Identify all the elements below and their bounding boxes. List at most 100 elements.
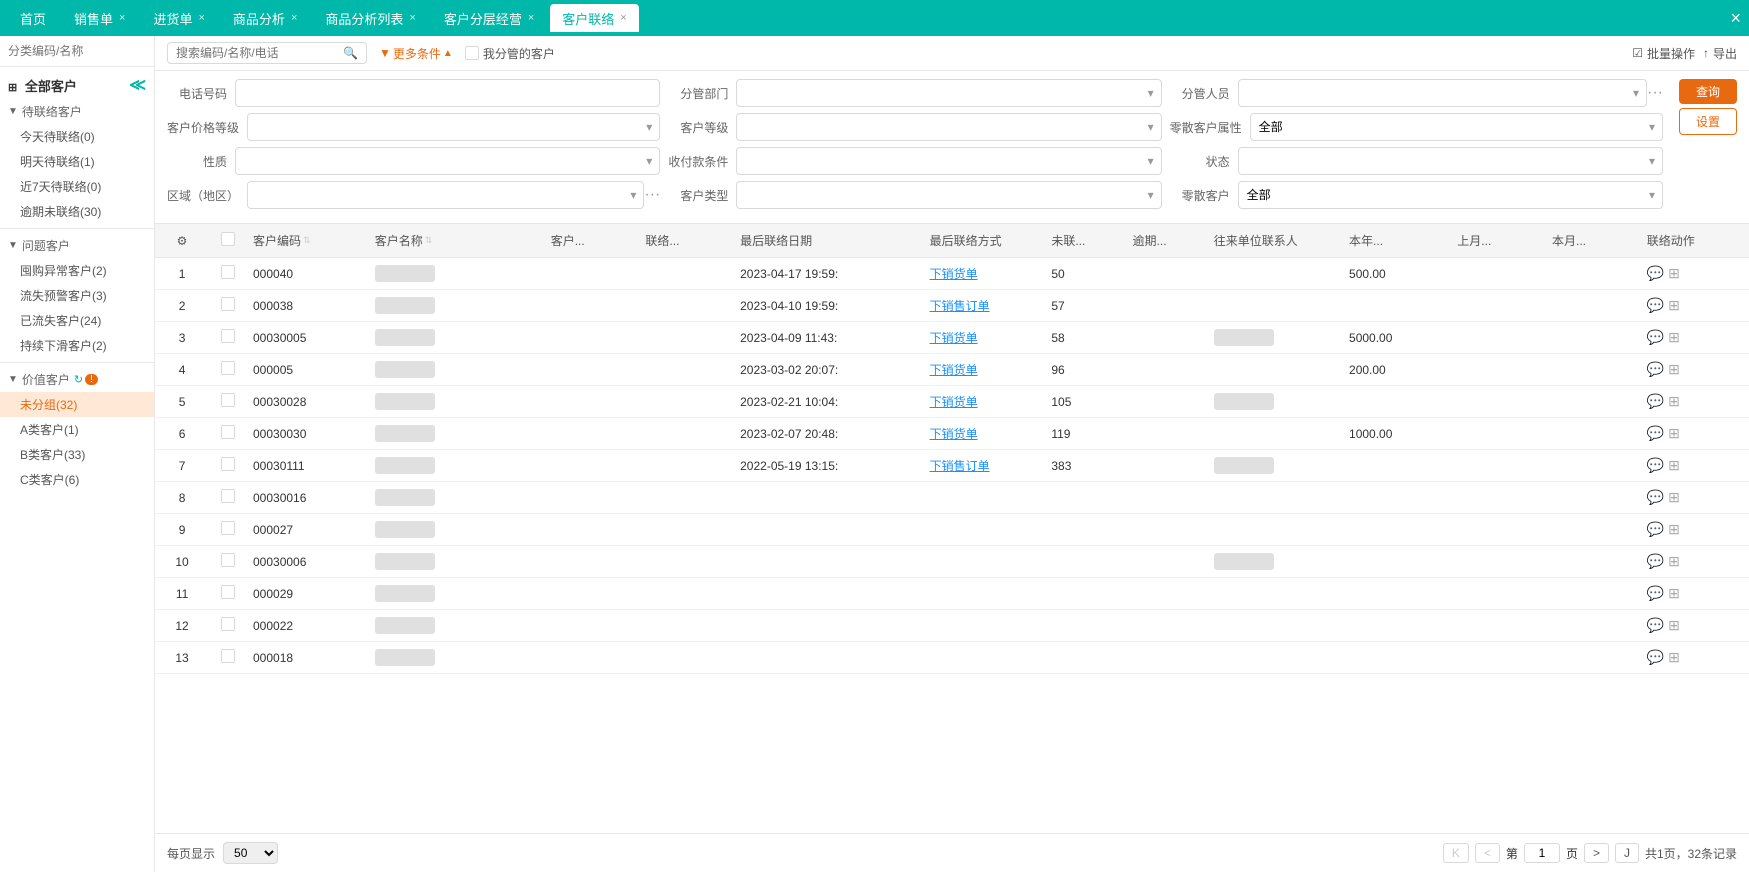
field-retail-select[interactable]: 全部 <box>1238 181 1663 209</box>
sidebar-item-tomorrow[interactable]: 明天待联络(1) <box>0 149 154 174</box>
chat-icon[interactable]: 💬 <box>1647 265 1664 282</box>
row-checkbox[interactable] <box>221 361 235 375</box>
sidebar-group-pending[interactable]: ▼ 待联络客户 <box>0 99 154 124</box>
refresh-icon[interactable]: ↻ <box>74 373 83 386</box>
field-nature-select[interactable] <box>235 147 660 175</box>
grid-action-icon[interactable]: ⊞ <box>1668 393 1680 410</box>
grid-action-icon[interactable]: ⊞ <box>1668 489 1680 506</box>
collapse-sidebar-icon[interactable]: ≪ <box>129 75 146 95</box>
tab-customer-tier-close[interactable]: × <box>528 12 534 24</box>
cell-check[interactable] <box>209 514 247 546</box>
row-checkbox[interactable] <box>221 457 235 471</box>
tab-customer-contact[interactable]: 客户联络 × <box>550 4 638 32</box>
sidebar-item-churned[interactable]: 已流失客户(24) <box>0 308 154 333</box>
field-phone-input[interactable] <box>235 79 660 107</box>
tab-analysis-close[interactable]: × <box>291 12 297 24</box>
page-size-select[interactable]: 50 100 200 <box>223 842 278 864</box>
chat-icon[interactable]: 💬 <box>1647 457 1664 474</box>
tab-customer-tier[interactable]: 客户分层经营 × <box>432 4 546 32</box>
page-input[interactable] <box>1524 843 1560 863</box>
sidebar-item-a-class[interactable]: A类客户(1) <box>0 417 154 442</box>
row-checkbox[interactable] <box>221 297 235 311</box>
prev-page-btn[interactable]: < <box>1475 843 1500 863</box>
sidebar-group-problem[interactable]: ▼ 问题客户 <box>0 233 154 258</box>
cell-check[interactable] <box>209 418 247 450</box>
grid-action-icon[interactable]: ⊞ <box>1668 297 1680 314</box>
tab-purchase-close[interactable]: × <box>198 12 204 24</box>
last-way-link[interactable]: 下销货单 <box>930 395 978 409</box>
cell-check[interactable] <box>209 610 247 642</box>
grid-action-icon[interactable]: ⊞ <box>1668 521 1680 538</box>
last-way-link[interactable]: 下销货单 <box>930 427 978 441</box>
grid-action-icon[interactable]: ⊞ <box>1668 457 1680 474</box>
field-person-select[interactable] <box>1238 79 1647 107</box>
grid-action-icon[interactable]: ⊞ <box>1668 553 1680 570</box>
row-checkbox[interactable] <box>221 489 235 503</box>
row-checkbox[interactable] <box>221 329 235 343</box>
grid-action-icon[interactable]: ⊞ <box>1668 585 1680 602</box>
th-name-sort-icon[interactable]: ⇅ <box>425 235 433 246</box>
tab-sales-close[interactable]: × <box>119 12 125 24</box>
cell-check[interactable] <box>209 578 247 610</box>
row-checkbox[interactable] <box>221 617 235 631</box>
query-button[interactable]: 查询 <box>1679 79 1737 104</box>
row-checkbox[interactable] <box>221 265 235 279</box>
chat-icon[interactable]: 💬 <box>1647 393 1664 410</box>
chat-icon[interactable]: 💬 <box>1647 329 1664 346</box>
all-customers-header[interactable]: ⊞ 全部客户 ≪ <box>0 67 154 99</box>
chat-icon[interactable]: 💬 <box>1647 489 1664 506</box>
field-dept-select[interactable] <box>736 79 1161 107</box>
export-btn[interactable]: ↑ 导出 <box>1703 45 1737 62</box>
chat-icon[interactable]: 💬 <box>1647 361 1664 378</box>
grid-action-icon[interactable]: ⊞ <box>1668 617 1680 634</box>
last-way-link[interactable]: 下销售订单 <box>930 459 990 473</box>
row-checkbox[interactable] <box>221 425 235 439</box>
cell-check[interactable] <box>209 386 247 418</box>
tab-customer-contact-close[interactable]: × <box>620 12 626 24</box>
chat-icon[interactable]: 💬 <box>1647 649 1664 666</box>
more-conditions-btn[interactable]: ▼ 更多条件 ▲ <box>379 45 453 62</box>
last-way-link[interactable]: 下销货单 <box>930 331 978 345</box>
sidebar-item-c-class[interactable]: C类客户(6) <box>0 467 154 492</box>
cell-check[interactable] <box>209 450 247 482</box>
main-search-input[interactable] <box>176 46 339 60</box>
tab-analysis[interactable]: 商品分析 × <box>221 4 309 32</box>
chat-icon[interactable]: 💬 <box>1647 585 1664 602</box>
field-status-select[interactable] <box>1238 147 1663 175</box>
sidebar-item-declining[interactable]: 持续下滑客户(2) <box>0 333 154 358</box>
last-page-btn[interactable]: J <box>1615 843 1639 863</box>
sidebar-item-overdue[interactable]: 逾期未联络(30) <box>0 199 154 224</box>
row-checkbox[interactable] <box>221 553 235 567</box>
field-region-more-icon[interactable]: ··· <box>644 187 660 203</box>
cell-check[interactable] <box>209 354 247 386</box>
sidebar-search-input[interactable] <box>8 44 155 58</box>
cell-check[interactable] <box>209 546 247 578</box>
field-retail-attr-select[interactable]: 全部 <box>1250 113 1663 141</box>
tab-analysis-list[interactable]: 商品分析列表 × <box>313 4 427 32</box>
batch-op-btn[interactable]: ☑ 批量操作 <box>1632 45 1695 62</box>
sidebar-item-hoarding[interactable]: 囤购异常客户(2) <box>0 258 154 283</box>
grid-action-icon[interactable]: ⊞ <box>1668 425 1680 442</box>
field-cust-type-select[interactable] <box>736 181 1161 209</box>
tab-purchase[interactable]: 进货单 × <box>141 4 216 32</box>
header-checkbox[interactable] <box>221 232 235 246</box>
sidebar-item-today[interactable]: 今天待联络(0) <box>0 124 154 149</box>
my-customers-check[interactable]: 我分管的客户 <box>465 45 555 62</box>
sidebar-item-churn-warning[interactable]: 流失预警客户(3) <box>0 283 154 308</box>
last-way-link[interactable]: 下销货单 <box>930 267 978 281</box>
th-code-sort-icon[interactable]: ⇅ <box>303 235 311 246</box>
field-payment-select[interactable] <box>736 147 1161 175</box>
sidebar-item-b-class[interactable]: B类客户(33) <box>0 442 154 467</box>
grid-action-icon[interactable]: ⊞ <box>1668 265 1680 282</box>
tab-home[interactable]: 首页 <box>8 4 58 32</box>
cell-check[interactable] <box>209 322 247 354</box>
chat-icon[interactable]: 💬 <box>1647 553 1664 570</box>
sidebar-item-7days[interactable]: 近7天待联络(0) <box>0 174 154 199</box>
grid-action-icon[interactable]: ⊞ <box>1668 649 1680 666</box>
grid-action-icon[interactable]: ⊞ <box>1668 329 1680 346</box>
chat-icon[interactable]: 💬 <box>1647 617 1664 634</box>
sidebar-item-ungroup[interactable]: 未分组(32) <box>0 392 154 417</box>
tab-analysis-list-close[interactable]: × <box>409 12 415 24</box>
row-checkbox[interactable] <box>221 649 235 663</box>
chat-icon[interactable]: 💬 <box>1647 297 1664 314</box>
